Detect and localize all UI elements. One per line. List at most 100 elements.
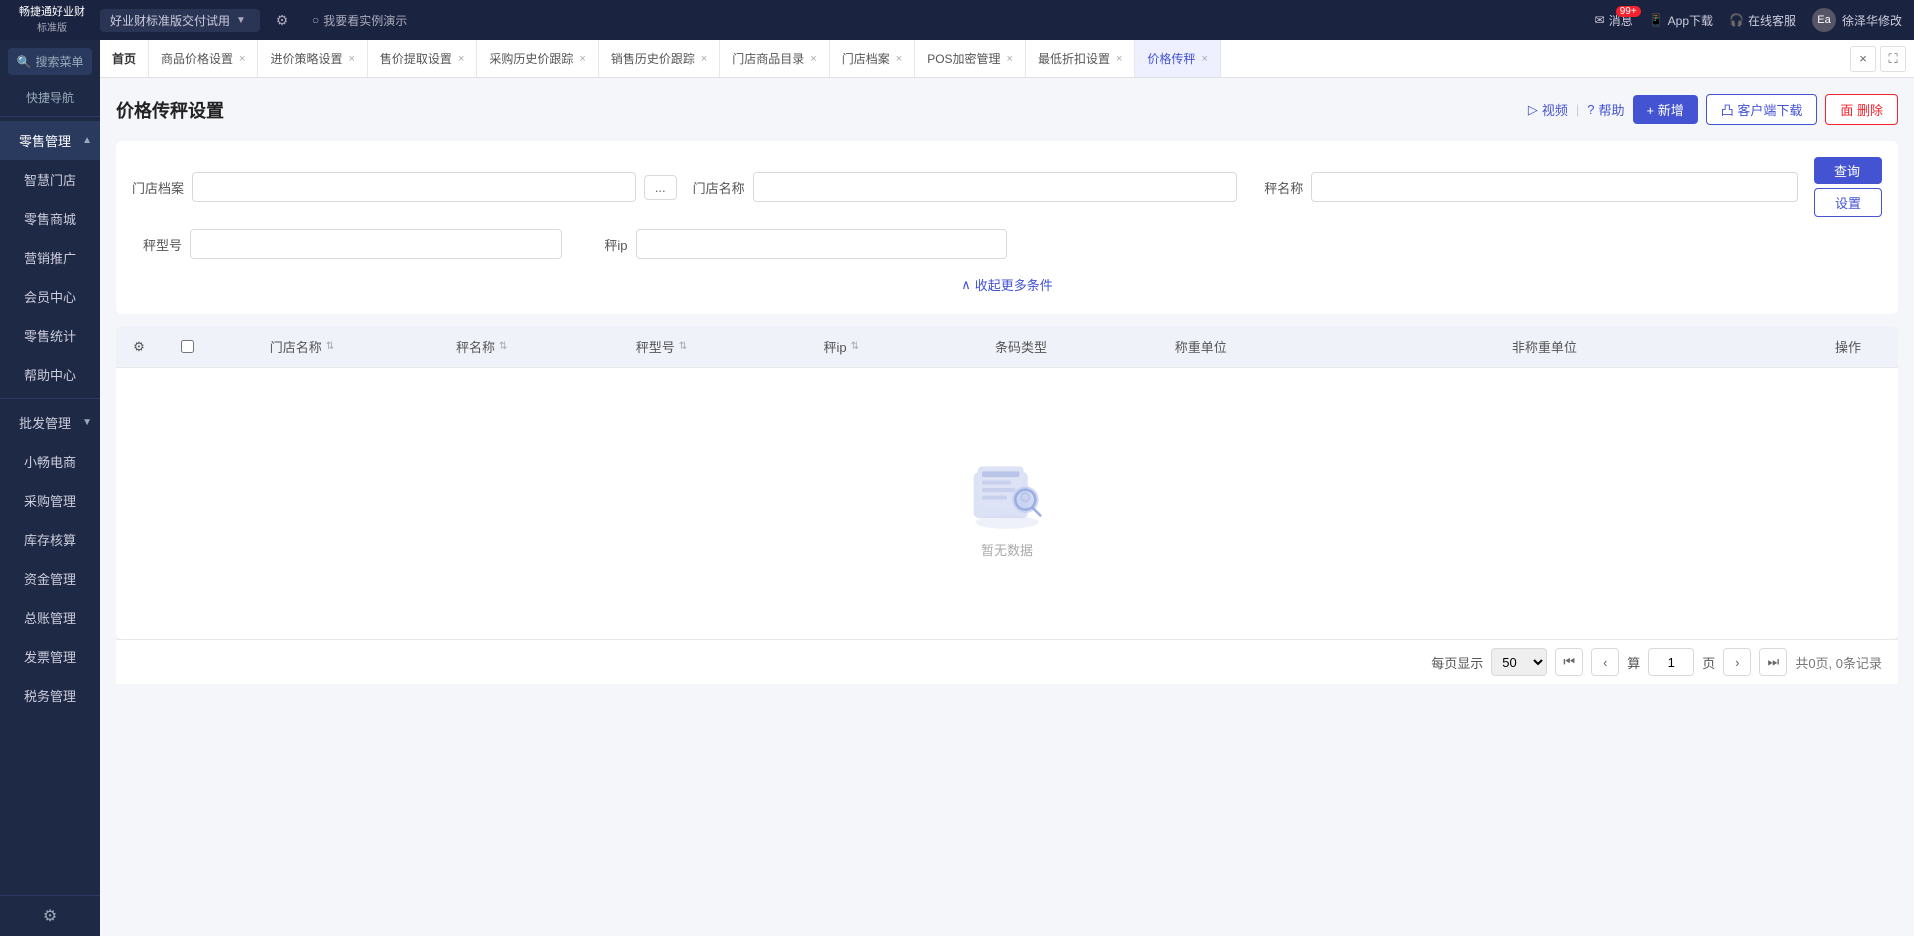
sidebar-item-retail-stats[interactable]: 零售统计 — [0, 316, 100, 355]
sidebar-item-wholesale-mgmt[interactable]: 批发管理 ▼ — [0, 403, 100, 442]
search-menu-button[interactable]: 🔍 搜索菜单 — [8, 48, 92, 75]
scale-type-input[interactable] — [190, 229, 562, 259]
th-non-weight-unit: 非称重单位 — [1291, 337, 1798, 356]
sidebar-item-retail-mall[interactable]: 零售商城 — [0, 199, 100, 238]
add-button[interactable]: + 新增 — [1633, 95, 1698, 124]
version-selector[interactable]: 好业财标准版交付试用 ▼ — [100, 9, 260, 32]
add-label: + 新增 — [1647, 100, 1684, 119]
query-button[interactable]: 查询 — [1814, 157, 1882, 184]
tab-close-icon[interactable]: × — [239, 53, 245, 65]
collapse-button[interactable]: ∧ 收起更多条件 — [132, 271, 1882, 298]
tab-label: 门店档案 — [842, 50, 890, 67]
user-area[interactable]: Ea 徐泽华修改 — [1812, 8, 1902, 32]
sidebar-item-finance-mgmt[interactable]: 资金管理 — [0, 559, 100, 598]
gear-button[interactable]: ⚙ — [268, 6, 296, 34]
store-file-dots-button[interactable]: ... — [644, 175, 677, 200]
first-page-button[interactable]: ⏮ — [1555, 648, 1583, 676]
sort-icon: ⇅ — [851, 341, 859, 352]
scale-name-input[interactable] — [1311, 172, 1798, 202]
store-name-input[interactable] — [753, 172, 1238, 202]
tab-home[interactable]: 首页 — [100, 40, 149, 78]
store-file-input[interactable] — [192, 172, 636, 202]
page-content: 价格传秤设置 ▷ 视频 | ? 帮助 + 新增 — [100, 78, 1914, 936]
sidebar-settings-button[interactable]: ⚙ — [0, 895, 100, 936]
th-settings[interactable]: ⚙ — [116, 339, 162, 355]
query-label: 查询 — [1834, 161, 1860, 180]
page-unit: 页 — [1702, 653, 1715, 672]
message-button[interactable]: ✉ 消息 99+ — [1595, 12, 1633, 29]
th-checkbox[interactable] — [162, 340, 212, 353]
quick-nav-button[interactable]: 快捷导航 — [0, 83, 100, 112]
collapse-area: ∧ 收起更多条件 — [132, 271, 1882, 298]
sidebar-item-label: 总账管理 — [8, 608, 92, 627]
tab-purchase-history[interactable]: 采购历史价跟踪 × — [477, 40, 598, 78]
sidebar-item-label: 零售商城 — [8, 209, 92, 228]
delete-button[interactable]: 面 删除 — [1825, 94, 1898, 125]
scale-ip-input[interactable] — [636, 229, 1008, 259]
tab-close-icon[interactable]: × — [701, 53, 707, 65]
filter-panel: 门店档案 ... 门店名称 秤名称 — [116, 141, 1898, 314]
tab-close-icon[interactable]: × — [348, 53, 354, 65]
headset-icon: 🎧 — [1729, 13, 1744, 27]
tab-purchase-strategy[interactable]: 进价策略设置 × — [258, 40, 367, 78]
tab-store-file[interactable]: 门店档案 × — [830, 40, 915, 78]
tab-sale-history[interactable]: 销售历史价跟踪 × — [599, 40, 720, 78]
tab-close-all-button[interactable]: × — [1850, 46, 1876, 72]
sidebar-item-tax-mgmt[interactable]: 税务管理 — [0, 676, 100, 715]
sidebar-item-general-ledger[interactable]: 总账管理 — [0, 598, 100, 637]
download-button[interactable]: 凸 客户端下载 — [1706, 94, 1818, 125]
online-service-label: 在线客服 — [1748, 12, 1796, 29]
separator: | — [1576, 102, 1579, 117]
sidebar-item-invoice-mgmt[interactable]: 发票管理 — [0, 637, 100, 676]
tab-close-icon[interactable]: × — [1116, 53, 1122, 65]
sidebar-item-retail-mgmt[interactable]: 零售管理 ▲ — [0, 121, 100, 160]
select-all-checkbox[interactable] — [181, 340, 194, 353]
avatar: Ea — [1812, 8, 1836, 32]
app-download-button[interactable]: 📱 App下载 — [1649, 12, 1713, 29]
online-service-button[interactable]: 🎧 在线客服 — [1729, 12, 1796, 29]
tab-close-icon[interactable]: × — [1007, 53, 1013, 65]
help-link-button[interactable]: ? 帮助 — [1587, 100, 1624, 119]
tab-goods-price[interactable]: 商品价格设置 × — [149, 40, 258, 78]
tab-min-discount[interactable]: 最低折扣设置 × — [1026, 40, 1135, 78]
video-icon: ▷ — [1528, 102, 1538, 118]
next-page-button[interactable]: › — [1723, 648, 1751, 676]
sidebar: 🔍 搜索菜单 快捷导航 零售管理 ▲ 智慧门店 零售商城 营销推广 — [0, 40, 100, 936]
sidebar-item-label: 会员中心 — [8, 287, 92, 306]
prev-page-button[interactable]: ‹ — [1591, 648, 1619, 676]
tab-price-scale[interactable]: 价格传秤 × — [1135, 40, 1220, 78]
tab-expand-button[interactable]: ⛶ — [1880, 46, 1906, 72]
filter-scale-type: 秤型号 — [132, 229, 562, 259]
tab-close-icon[interactable]: × — [896, 53, 902, 65]
sidebar-item-help-center[interactable]: 帮助中心 — [0, 355, 100, 394]
setting-button[interactable]: 设置 — [1814, 188, 1882, 217]
tab-close-icon[interactable]: × — [1201, 53, 1207, 65]
sidebar-item-member-center[interactable]: 会员中心 — [0, 277, 100, 316]
filter-scale-name: 秤名称 — [1253, 172, 1798, 202]
tab-close-icon[interactable]: × — [458, 53, 464, 65]
per-page-select[interactable]: 50 20 100 — [1491, 648, 1547, 676]
tab-label: POS加密管理 — [927, 50, 1000, 67]
sidebar-item-smart-store[interactable]: 智慧门店 — [0, 160, 100, 199]
last-page-button[interactable]: ⏭ — [1759, 648, 1787, 676]
download-icon: 📱 — [1649, 13, 1664, 27]
tab-store-catalog[interactable]: 门店商品目录 × — [720, 40, 829, 78]
sidebar-item-xiao-chang[interactable]: 小畅电商 — [0, 442, 100, 481]
per-page-label: 每页显示 — [1431, 653, 1483, 672]
page-input[interactable] — [1648, 648, 1694, 676]
sidebar-item-marketing[interactable]: 营销推广 — [0, 238, 100, 277]
filter-store-file: 门店档案 ... — [132, 172, 677, 202]
search-menu-label: 搜索菜单 — [35, 53, 83, 70]
sidebar-item-inventory[interactable]: 库存核算 — [0, 520, 100, 559]
tab-close-icon[interactable]: × — [810, 53, 816, 65]
page-header: 价格传秤设置 ▷ 视频 | ? 帮助 + 新增 — [116, 94, 1898, 125]
page-actions: ▷ 视频 | ? 帮助 + 新增 凸 客户端下载 — [1528, 94, 1898, 125]
tab-close-icon[interactable]: × — [579, 53, 585, 65]
top-bar: 畅捷通好业财 标准版 好业财标准版交付试用 ▼ ⚙ ○ 我要看实例演示 ✉ 消息… — [0, 0, 1914, 40]
tab-sale-price[interactable]: 售价提取设置 × — [368, 40, 477, 78]
sidebar-item-purchase-mgmt[interactable]: 采购管理 — [0, 481, 100, 520]
video-link-button[interactable]: ▷ 视频 — [1528, 100, 1568, 119]
logo-text: 畅捷通好业财 — [19, 6, 85, 19]
tab-pos-mgmt[interactable]: POS加密管理 × — [915, 40, 1026, 78]
demo-button[interactable]: ○ 我要看实例演示 — [312, 12, 407, 29]
